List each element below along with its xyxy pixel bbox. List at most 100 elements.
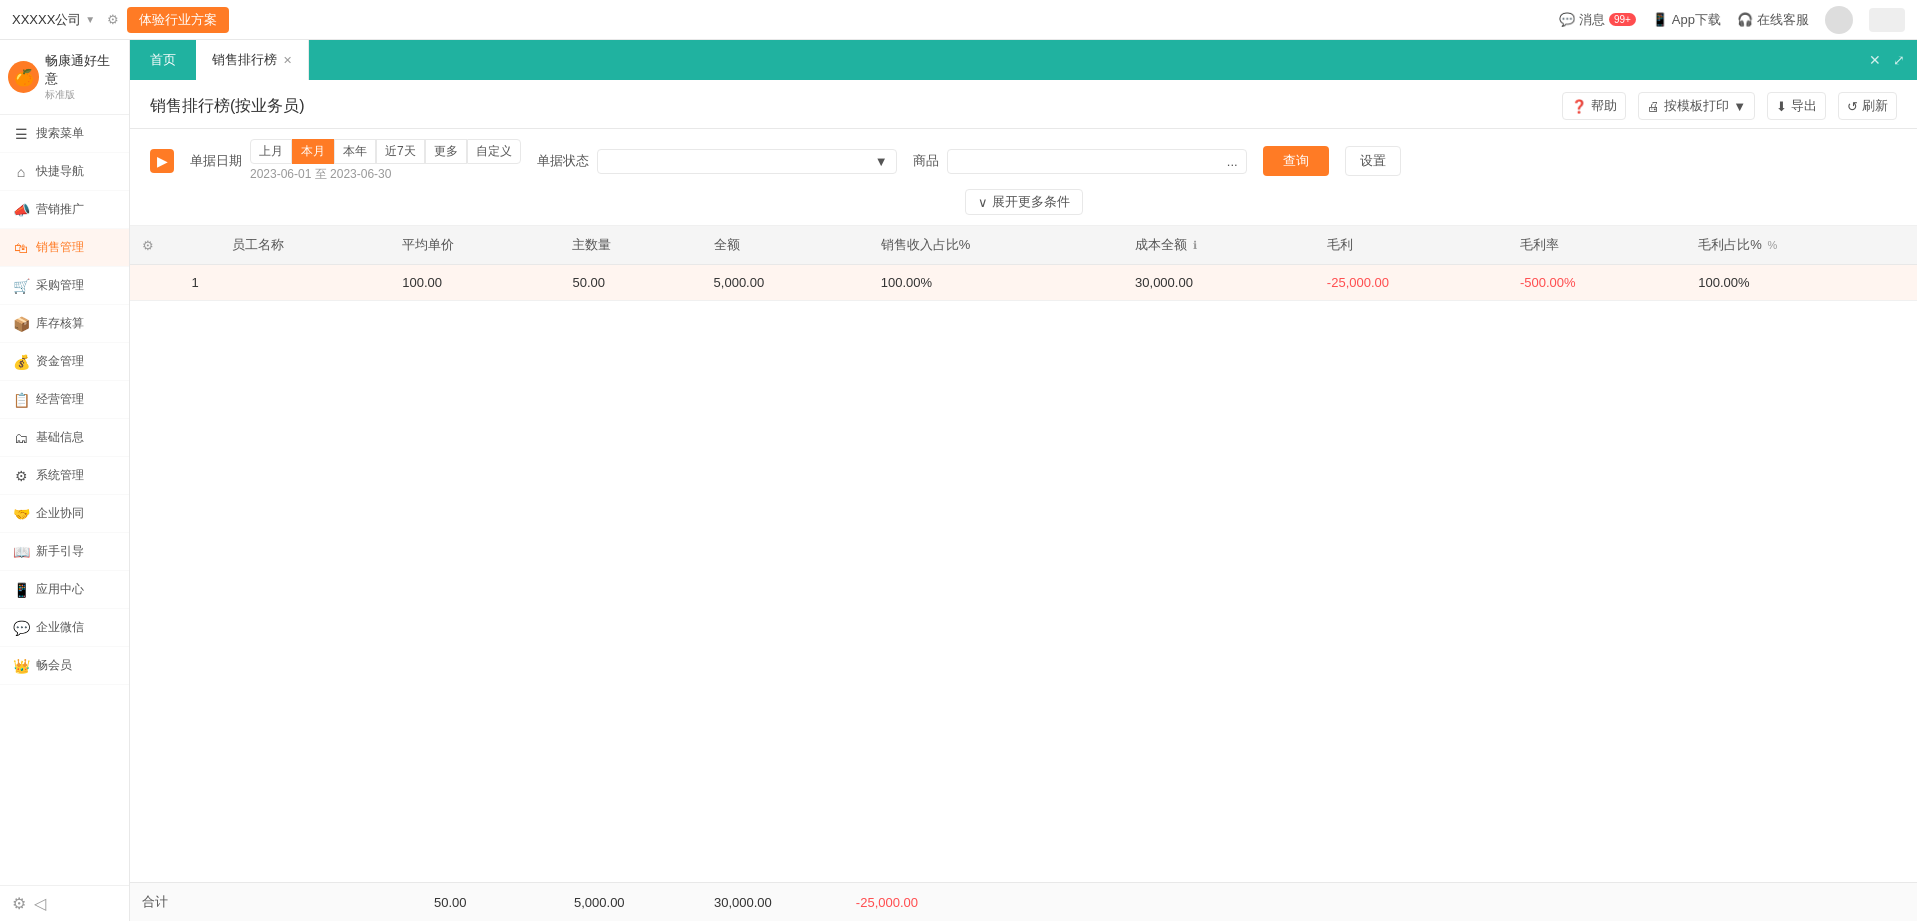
gross-pct-info-icon[interactable]: % (1767, 239, 1777, 251)
online-service-item[interactable]: 🎧 在线客服 (1737, 11, 1809, 29)
sidebar-label-inventory: 库存核算 (36, 315, 84, 332)
column-settings-icon[interactable]: ⚙ (142, 238, 154, 253)
tab-sales-ranking[interactable]: 销售排行榜 ✕ (196, 40, 309, 80)
th-amount: 全额 (702, 226, 869, 265)
filter-status-select[interactable]: ▼ (597, 149, 897, 174)
sidebar-collapse-icon[interactable]: ◁ (34, 894, 46, 913)
sidebar-item-purchase[interactable]: 🛒 采购管理 (0, 267, 129, 305)
sidebar-item-sales[interactable]: 🛍 销售管理 (0, 229, 129, 267)
table-container: ⚙ 员工名称 平均单价 主数量 全额 (130, 226, 1917, 882)
operation-icon: 📋 (12, 392, 30, 408)
filter-status-group: 单据状态 ▼ (537, 149, 897, 174)
tab-window-expand-icon[interactable]: ⤢ (1893, 52, 1905, 68)
td-name (220, 265, 390, 301)
table-body: 1 100.00 50.00 5,000.00 (130, 265, 1917, 301)
tab-window-close-icon[interactable]: ✕ (1869, 52, 1881, 68)
marketing-icon: 📣 (12, 202, 30, 218)
online-service-label: 在线客服 (1757, 11, 1809, 29)
filter-area: ▶ 单据日期 上月 本月 本年 近7天 更多 自定义 2023-06-01 (130, 129, 1917, 226)
th-cost-label: 成本全额 (1135, 237, 1187, 252)
sidebar-item-app-center[interactable]: 📱 应用中心 (0, 571, 129, 609)
trial-button[interactable]: 体验行业方案 (127, 7, 229, 33)
tab-home[interactable]: 首页 (130, 40, 196, 80)
expand-row: ∨ 展开更多条件 (150, 189, 1897, 215)
filter-date-range: 2023-06-01 至 2023-06-30 (250, 166, 521, 183)
sidebar-label-sales: 销售管理 (36, 239, 84, 256)
sidebar-item-basic-info[interactable]: 🗂 基础信息 (0, 419, 129, 457)
sidebar-label-finance: 资金管理 (36, 353, 84, 370)
logo-text: 畅康通好生意 标准版 (45, 52, 121, 102)
filter-tab-7days[interactable]: 近7天 (376, 139, 425, 164)
beginner-icon: 📖 (12, 544, 30, 560)
sidebar-item-beginner[interactable]: 📖 新手引导 (0, 533, 129, 571)
td-quantity: 50.00 (560, 265, 701, 301)
sidebar-item-inventory[interactable]: 📦 库存核算 (0, 305, 129, 343)
filter-goods-select[interactable]: ... (947, 149, 1247, 174)
sidebar-item-finance[interactable]: 💰 资金管理 (0, 343, 129, 381)
filter-tab-last-month[interactable]: 上月 (250, 139, 292, 164)
tab-close-icon[interactable]: ✕ (283, 54, 292, 67)
page-actions: ❓ 帮助 🖨 按模板打印 ▼ ⬇ 导出 ↺ 刷新 (1562, 92, 1897, 120)
th-gross-margin-label: 毛利率 (1520, 237, 1559, 252)
sales-icon: 🛍 (12, 240, 30, 256)
filter-goods-more-icon: ... (1227, 154, 1238, 169)
content-area: 首页 销售排行榜 ✕ ✕ ⤢ 销售排行榜(按业务员) ❓ 帮助 🖨 按模 (130, 40, 1917, 921)
message-item[interactable]: 💬 消息 99+ (1559, 11, 1636, 29)
refresh-button[interactable]: ↺ 刷新 (1838, 92, 1897, 120)
topbar-settings-icon[interactable]: ⚙ (107, 12, 119, 27)
td-gross-pct: 100.00% (1686, 265, 1917, 301)
filter-tab-more[interactable]: 更多 (425, 139, 467, 164)
user-name-area[interactable] (1869, 8, 1905, 32)
sidebar-item-enterprise-coop[interactable]: 🤝 企业协同 (0, 495, 129, 533)
filter-date-group: 单据日期 上月 本月 本年 近7天 更多 自定义 2023-06-01 至 20… (190, 139, 521, 183)
avatar[interactable] (1825, 6, 1853, 34)
quick-nav-icon: ⌂ (12, 164, 30, 180)
sidebar-item-enterprise-wechat[interactable]: 💬 企业微信 (0, 609, 129, 647)
purchase-icon: 🛒 (12, 278, 30, 294)
sidebar-label-enterprise-coop: 企业协同 (36, 505, 84, 522)
th-gross-pct: 毛利占比% % (1686, 226, 1917, 265)
sidebar-item-quick-nav[interactable]: ⌂ 快捷导航 (0, 153, 129, 191)
tab-bar: 首页 销售排行榜 ✕ ✕ ⤢ (130, 40, 1917, 80)
sidebar-label-member: 畅会员 (36, 657, 72, 674)
filter-tab-custom[interactable]: 自定义 (467, 139, 521, 164)
sidebar-label-operation: 经营管理 (36, 391, 84, 408)
row-gross-margin-value: -500.00% (1520, 275, 1576, 290)
message-icon: 💬 (1559, 12, 1575, 27)
app-icon: 📱 (1652, 12, 1668, 27)
sidebar-item-marketing[interactable]: 📣 营销推广 (0, 191, 129, 229)
logo-sub-text: 标准版 (45, 88, 121, 102)
filter-toggle-btn[interactable]: ▶ (150, 149, 174, 173)
export-button[interactable]: ⬇ 导出 (1767, 92, 1826, 120)
query-button[interactable]: 查询 (1263, 146, 1329, 176)
sidebar-label-marketing: 营销推广 (36, 201, 84, 218)
sidebar-item-operation[interactable]: 📋 经营管理 (0, 381, 129, 419)
logo-icon: 🍊 (8, 61, 39, 93)
sidebar-label-search-order: 搜索菜单 (36, 125, 84, 142)
sidebar-item-system[interactable]: ⚙ 系统管理 (0, 457, 129, 495)
filter-tab-this-year[interactable]: 本年 (334, 139, 376, 164)
td-sales-pct: 100.00% (869, 265, 1123, 301)
footer-quantity: 50.00 (422, 895, 502, 910)
help-icon: ❓ (1571, 99, 1587, 114)
print-chevron-icon: ▼ (1733, 99, 1746, 114)
sidebar-bottom-settings-icon[interactable]: ⚙ (12, 894, 26, 913)
sidebar-label-enterprise-wechat: 企业微信 (36, 619, 84, 636)
td-gross-profit: -25,000.00 (1315, 265, 1508, 301)
help-button[interactable]: ❓ 帮助 (1562, 92, 1626, 120)
app-download-item[interactable]: 📱 App下载 (1652, 11, 1721, 29)
row-amount-value: 5,000.00 (714, 275, 765, 290)
basic-info-icon: 🗂 (12, 430, 30, 446)
sidebar-item-search-order[interactable]: ☰ 搜索菜单 (0, 115, 129, 153)
filter-goods-group: 商品 ... (913, 149, 1247, 174)
filter-settings-button[interactable]: 设置 (1345, 146, 1401, 176)
row-rank-value: 1 (191, 275, 198, 290)
footer-values: 50.00 5,000.00 30,000.00 -25,000.00 (422, 895, 930, 910)
filter-tab-this-month[interactable]: 本月 (292, 139, 334, 164)
td-cost: 30,000.00 (1123, 265, 1315, 301)
cost-info-icon[interactable]: ℹ (1193, 239, 1197, 251)
company-selector[interactable]: XXXXX公司 ▼ (12, 11, 95, 29)
expand-button[interactable]: ∨ 展开更多条件 (965, 189, 1083, 215)
template-print-button[interactable]: 🖨 按模板打印 ▼ (1638, 92, 1755, 120)
sidebar-item-member[interactable]: 👑 畅会员 (0, 647, 129, 685)
